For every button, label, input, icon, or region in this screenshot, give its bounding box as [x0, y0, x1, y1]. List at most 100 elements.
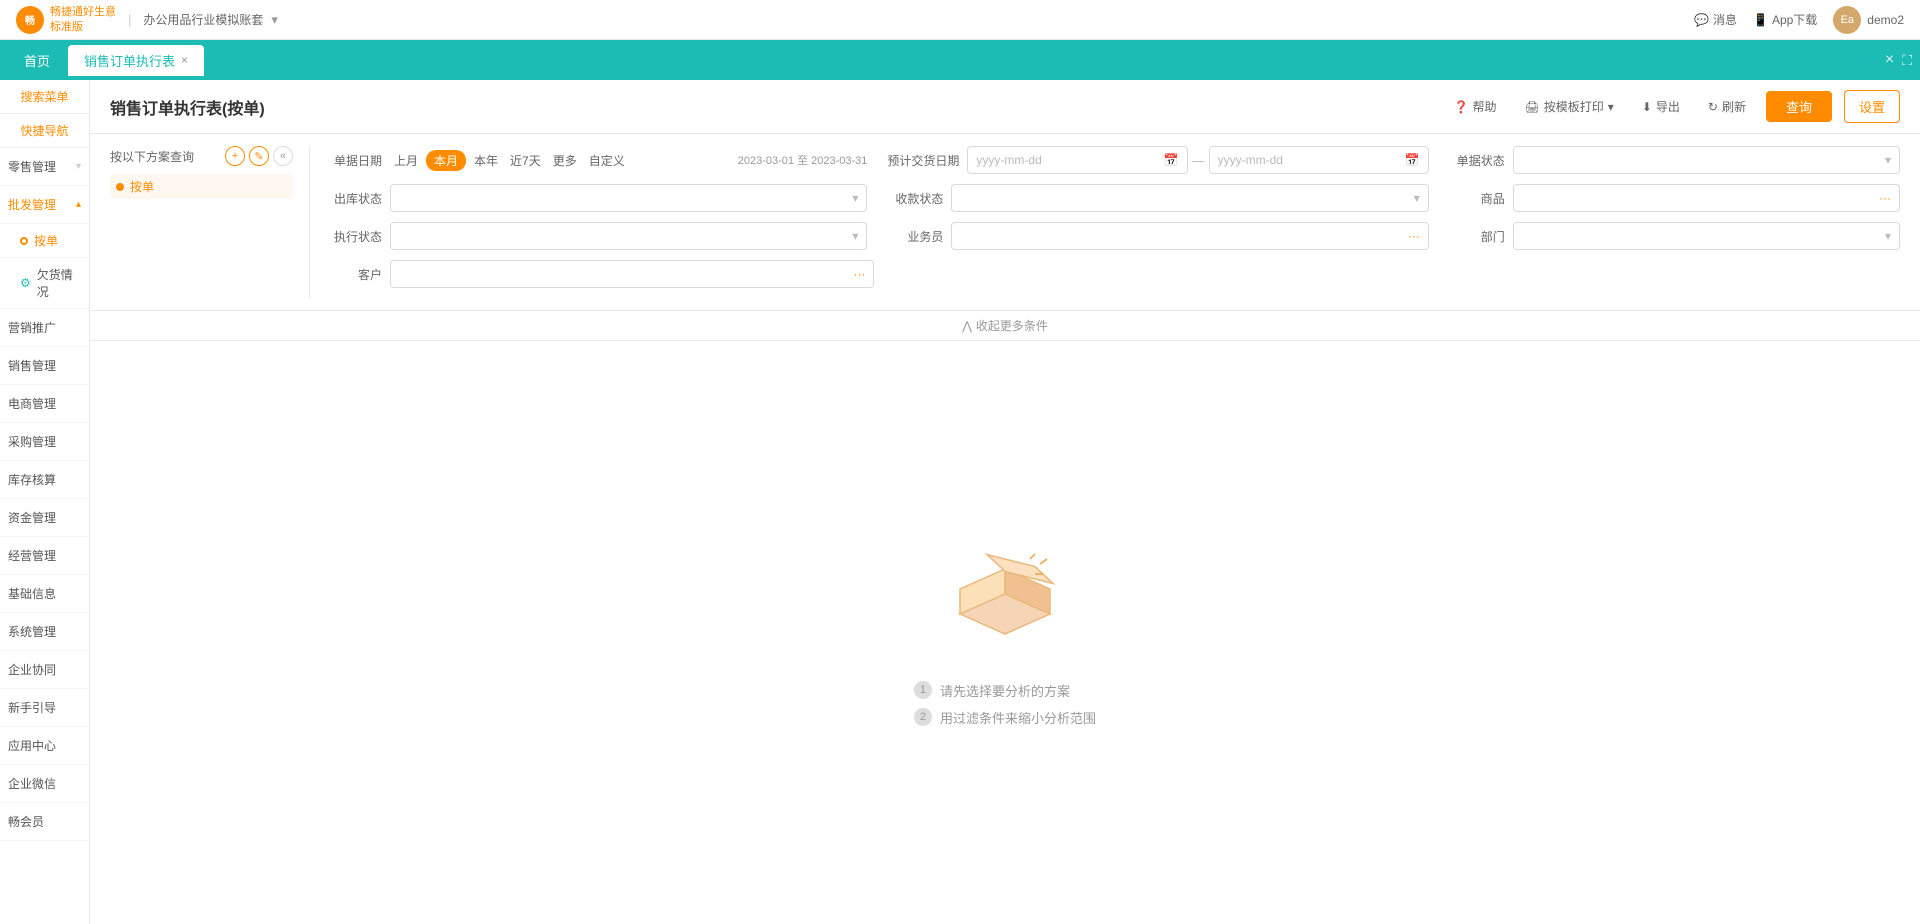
main-layout: 搜索菜单 快捷导航 零售管理 ▾ 批发管理 ▴ 按单 ⚙ 欠货情况 营销推广 销… [0, 80, 1920, 924]
sidebar-item-basic[interactable]: 基础信息 [0, 575, 89, 613]
user-area[interactable]: Ea demo2 [1833, 6, 1904, 34]
empty-step-1: 1 请先选择要分析的方案 [914, 681, 1096, 700]
filter-row-3: 执行状态 ▾ 业务员 ··· [326, 222, 1900, 250]
sidebar-item-wholesale[interactable]: 批发管理 ▴ [0, 186, 89, 224]
scheme-title: 按以下方案查询 + ✎ « [110, 146, 293, 166]
forecast-date-start[interactable]: yyyy-mm-dd 📅 [967, 146, 1187, 174]
app-download-action[interactable]: 📱 App下载 [1753, 11, 1817, 28]
top-bar-right: 💬 消息 📱 App下载 Ea demo2 [1694, 6, 1904, 34]
date-separator: — [1192, 153, 1205, 168]
goods-more-icon[interactable]: ··· [1879, 191, 1891, 205]
step-num-2: 2 [914, 708, 932, 726]
goods-label: 商品 [1449, 190, 1505, 207]
forecast-date-range: yyyy-mm-dd 📅 — yyyy-mm-dd 📅 [967, 146, 1428, 174]
help-button[interactable]: ❓ 帮助 [1446, 94, 1505, 119]
sidebar-item-ecommerce[interactable]: 电商管理 [0, 385, 89, 423]
filter-layout: 按以下方案查询 + ✎ « 按单 [110, 146, 1900, 298]
date-tab-this-year[interactable]: 本年 [470, 150, 502, 171]
setting-button[interactable]: 设置 [1844, 90, 1900, 123]
print-icon: 🖨 [1525, 100, 1540, 114]
tab-close-icon[interactable]: × [181, 53, 188, 67]
page-actions: ❓ 帮助 🖨 按模板打印 ▾ ⬇ 导出 ↻ 刷新 查询 设置 [1446, 90, 1900, 123]
scheme-collapse-icon[interactable]: « [273, 146, 293, 166]
sidebar-item-inventory[interactable]: 库存核算 [0, 461, 89, 499]
department-select[interactable]: ▾ [1513, 222, 1900, 250]
scheme-filter: 按以下方案查询 + ✎ « 按单 [110, 146, 310, 298]
sidebar-subitem-欠货[interactable]: ⚙ 欠货情况 [0, 258, 89, 309]
export-button[interactable]: ⬇ 导出 [1634, 94, 1688, 119]
sidebar-item-guide[interactable]: 新手引导 [0, 689, 89, 727]
print-button[interactable]: 🖨 按模板打印 ▾ [1517, 94, 1622, 119]
refresh-button[interactable]: ↻ 刷新 [1700, 94, 1754, 119]
empty-step-2: 2 用过滤条件来缩小分析范围 [914, 708, 1096, 727]
status-dropdown-icon: ▾ [1885, 153, 1891, 167]
app-title-dropdown-icon[interactable]: ▾ [271, 12, 278, 28]
sidebar-item-purchase[interactable]: 采购管理 [0, 423, 89, 461]
content-area: 销售订单执行表(按单) ❓ 帮助 🖨 按模板打印 ▾ ⬇ 导出 ↻ 刷新 [90, 80, 1920, 924]
status-select[interactable]: ▾ [1513, 146, 1900, 174]
salesman-field-group: 业务员 ··· [887, 222, 1428, 250]
status-label: 单据状态 [1449, 152, 1505, 169]
active-dot-icon [20, 237, 28, 245]
delivery-dropdown-icon: ▾ [852, 191, 858, 205]
collection-select[interactable]: ▾ [951, 184, 1428, 212]
scheme-item-按单[interactable]: 按单 [110, 174, 293, 199]
collapse-bar[interactable]: ⋀ 收起更多条件 [90, 311, 1920, 341]
scheme-add-icon[interactable]: + [225, 146, 245, 166]
customer-more-icon[interactable]: ··· [853, 267, 865, 281]
execution-select[interactable]: ▾ [390, 222, 867, 250]
sidebar-item-wechat[interactable]: 企业微信 [0, 765, 89, 803]
window-expand-icon[interactable]: ⛶ [1902, 52, 1912, 69]
date-tabs-area: 上月 本月 本年 近7天 更多 自定义 [390, 150, 726, 171]
customer-input[interactable]: ··· [390, 260, 874, 288]
message-action[interactable]: 💬 消息 [1694, 11, 1737, 28]
execution-dropdown-icon: ▾ [852, 229, 858, 243]
filter-fields: 单据日期 上月 本月 本年 近7天 更多 自定义 2023-03-01 至 20… [310, 146, 1900, 298]
sidebar-item-sales[interactable]: 销售管理 [0, 347, 89, 385]
execution-field-group: 执行状态 ▾ [326, 222, 867, 250]
date-tab-last-month[interactable]: 上月 [390, 150, 422, 171]
date-tab-custom[interactable]: 自定义 [585, 150, 629, 171]
chevron-right-icon: ▾ [76, 161, 81, 172]
sidebar-search[interactable]: 搜索菜单 [0, 80, 89, 114]
empty-steps: 1 请先选择要分析的方案 2 用过滤条件来缩小分析范围 [914, 681, 1096, 727]
gear-icon: ⚙ [20, 276, 31, 290]
calendar-icon: 📅 [1164, 153, 1179, 167]
window-close-icon[interactable]: × [1885, 51, 1894, 69]
date-tab-this-month[interactable]: 本月 [426, 150, 466, 171]
forecast-date-end[interactable]: yyyy-mm-dd 📅 [1209, 146, 1429, 174]
sidebar-subitem-按单[interactable]: 按单 [0, 224, 89, 258]
sidebar-item-enterprise[interactable]: 企业协同 [0, 651, 89, 689]
sidebar-item-members[interactable]: 畅会员 [0, 803, 89, 841]
department-field-group: 部门 ▾ [1449, 222, 1900, 250]
query-button[interactable]: 查询 [1766, 91, 1832, 122]
goods-input[interactable]: ··· [1513, 184, 1900, 212]
delivery-select[interactable]: ▾ [390, 184, 867, 212]
execution-label: 执行状态 [326, 228, 382, 245]
sidebar-item-system[interactable]: 系统管理 [0, 613, 89, 651]
status-field-group: 单据状态 ▾ [1449, 146, 1900, 174]
sidebar-quick-nav[interactable]: 快捷导航 [0, 114, 89, 148]
date-tab-more[interactable]: 更多 [549, 150, 581, 171]
empty-state: 1 请先选择要分析的方案 2 用过滤条件来缩小分析范围 [90, 341, 1920, 924]
scheme-edit-icon[interactable]: ✎ [249, 146, 269, 166]
sidebar-item-apps[interactable]: 应用中心 [0, 727, 89, 765]
sidebar-item-operations[interactable]: 经营管理 [0, 537, 89, 575]
collection-dropdown-icon: ▾ [1414, 191, 1420, 205]
forecast-date-label: 预计交货日期 [887, 152, 959, 169]
date-tab-7days[interactable]: 近7天 [506, 150, 545, 171]
salesman-more-icon[interactable]: ··· [1408, 229, 1420, 243]
delivery-field-group: 出库状态 ▾ [326, 184, 867, 212]
help-icon: ❓ [1454, 100, 1469, 114]
sidebar-item-marketing[interactable]: 营销推广 [0, 309, 89, 347]
tab-sales-order[interactable]: 销售订单执行表 × [68, 45, 204, 76]
tab-home[interactable]: 首页 [8, 45, 66, 76]
sidebar-item-finance[interactable]: 资金管理 [0, 499, 89, 537]
message-icon: 💬 [1694, 13, 1709, 27]
top-bar: 畅 畅捷通好生意 标准版 | 办公用品行业模拟账套 ▾ 💬 消息 📱 App下载… [0, 0, 1920, 40]
filter-row-2: 出库状态 ▾ 收款状态 ▾ [326, 184, 1900, 212]
print-dropdown-icon: ▾ [1608, 100, 1614, 114]
salesman-input[interactable]: ··· [951, 222, 1428, 250]
scheme-icons: + ✎ « [225, 146, 293, 166]
sidebar-item-retail[interactable]: 零售管理 ▾ [0, 148, 89, 186]
